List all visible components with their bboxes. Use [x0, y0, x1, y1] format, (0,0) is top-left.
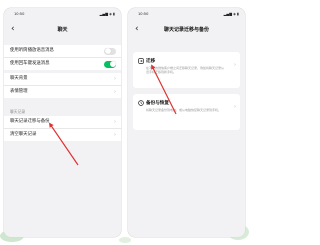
- page-title: 聊天: [57, 27, 68, 33]
- setting-row-sticker-management[interactable]: 表情管理 ›: [4, 86, 121, 98]
- earpiece-toggle[interactable]: [104, 47, 116, 55]
- card-description: 将聊天记录备份到电脑，或从电脑恢复聊天记录到手机。: [146, 108, 222, 112]
- setting-row-earpiece[interactable]: 使用听筒播放语音消息: [4, 45, 121, 58]
- card-title: 迁移: [146, 58, 156, 64]
- status-time: 10:50: [138, 12, 149, 16]
- setting-row-migrate-backup[interactable]: 聊天记录迁移与备份 ›: [4, 116, 121, 129]
- nav-bar: ‹ 聊天记录迁移与备份: [128, 21, 245, 38]
- status-icons: ▂▄▆ ◈ ▮: [223, 12, 239, 16]
- chevron-right-icon: ›: [234, 62, 236, 68]
- chevron-right-icon: ›: [114, 88, 116, 95]
- chevron-right-icon: ›: [114, 131, 116, 138]
- settings-group-chat-history: 聊天记录迁移与备份 › 清空聊天记录 ›: [4, 116, 121, 141]
- setting-label: 使用听筒播放语音消息: [10, 48, 54, 53]
- nav-bar: ‹ 聊天: [4, 21, 121, 38]
- setting-row-chat-background[interactable]: 聊天背景 ›: [4, 73, 121, 86]
- setting-row-enter-send[interactable]: 使用回车键发送消息: [4, 58, 121, 70]
- page-title: 聊天记录迁移与备份: [163, 27, 209, 33]
- backup-restore-card[interactable]: 备份与恢复 将聊天记录备份到电脑，或从电脑恢复聊天记录到手机。 ›: [133, 94, 240, 130]
- status-time: 10:50: [14, 12, 25, 16]
- backup-icon: [138, 100, 144, 106]
- status-bar: 10:50 ▂▄▆ ◈ ▮: [128, 8, 245, 21]
- setting-label: 清空聊天记录: [10, 132, 37, 137]
- status-bar: 10:50 ▂▄▆ ◈ ▮: [4, 8, 121, 21]
- setting-label: 使用回车键发送消息: [10, 61, 50, 66]
- chat-settings-screen: 10:50 ▂▄▆ ◈ ▮ ‹ 聊天 使用听筒播放语音消息 使用回车键发送消息 …: [4, 8, 121, 237]
- chevron-right-icon: ›: [114, 118, 116, 125]
- chevron-right-icon: ›: [114, 75, 116, 82]
- card-description: 在不同的微信客户端之间迁移聊天记录，例如将聊天记录从旧手机迁移到新手机。: [146, 66, 225, 75]
- setting-label: 聊天记录迁移与备份: [10, 119, 50, 124]
- settings-group-appearance: 聊天背景 › 表情管理 ›: [4, 73, 121, 98]
- enter-send-toggle[interactable]: [104, 60, 116, 68]
- chevron-right-icon: ›: [234, 104, 236, 110]
- setting-label: 表情管理: [10, 89, 28, 94]
- section-header-chat-history: 聊天记录: [10, 109, 26, 114]
- status-icons: ▂▄▆ ◈ ▮: [99, 12, 115, 16]
- migrate-card[interactable]: 迁移 在不同的微信客户端之间迁移聊天记录，例如将聊天记录从旧手机迁移到新手机。 …: [133, 52, 240, 88]
- card-title: 备份与恢复: [146, 100, 169, 106]
- setting-row-clear-history[interactable]: 清空聊天记录 ›: [4, 129, 121, 141]
- migrate-icon: [138, 58, 144, 64]
- settings-group-voice: 使用听筒播放语音消息 使用回车键发送消息: [4, 45, 121, 70]
- migrate-backup-screen: 10:50 ▂▄▆ ◈ ▮ ‹ 聊天记录迁移与备份 迁移 在不同的微信客户端之间…: [128, 8, 245, 237]
- setting-label: 聊天背景: [10, 76, 28, 81]
